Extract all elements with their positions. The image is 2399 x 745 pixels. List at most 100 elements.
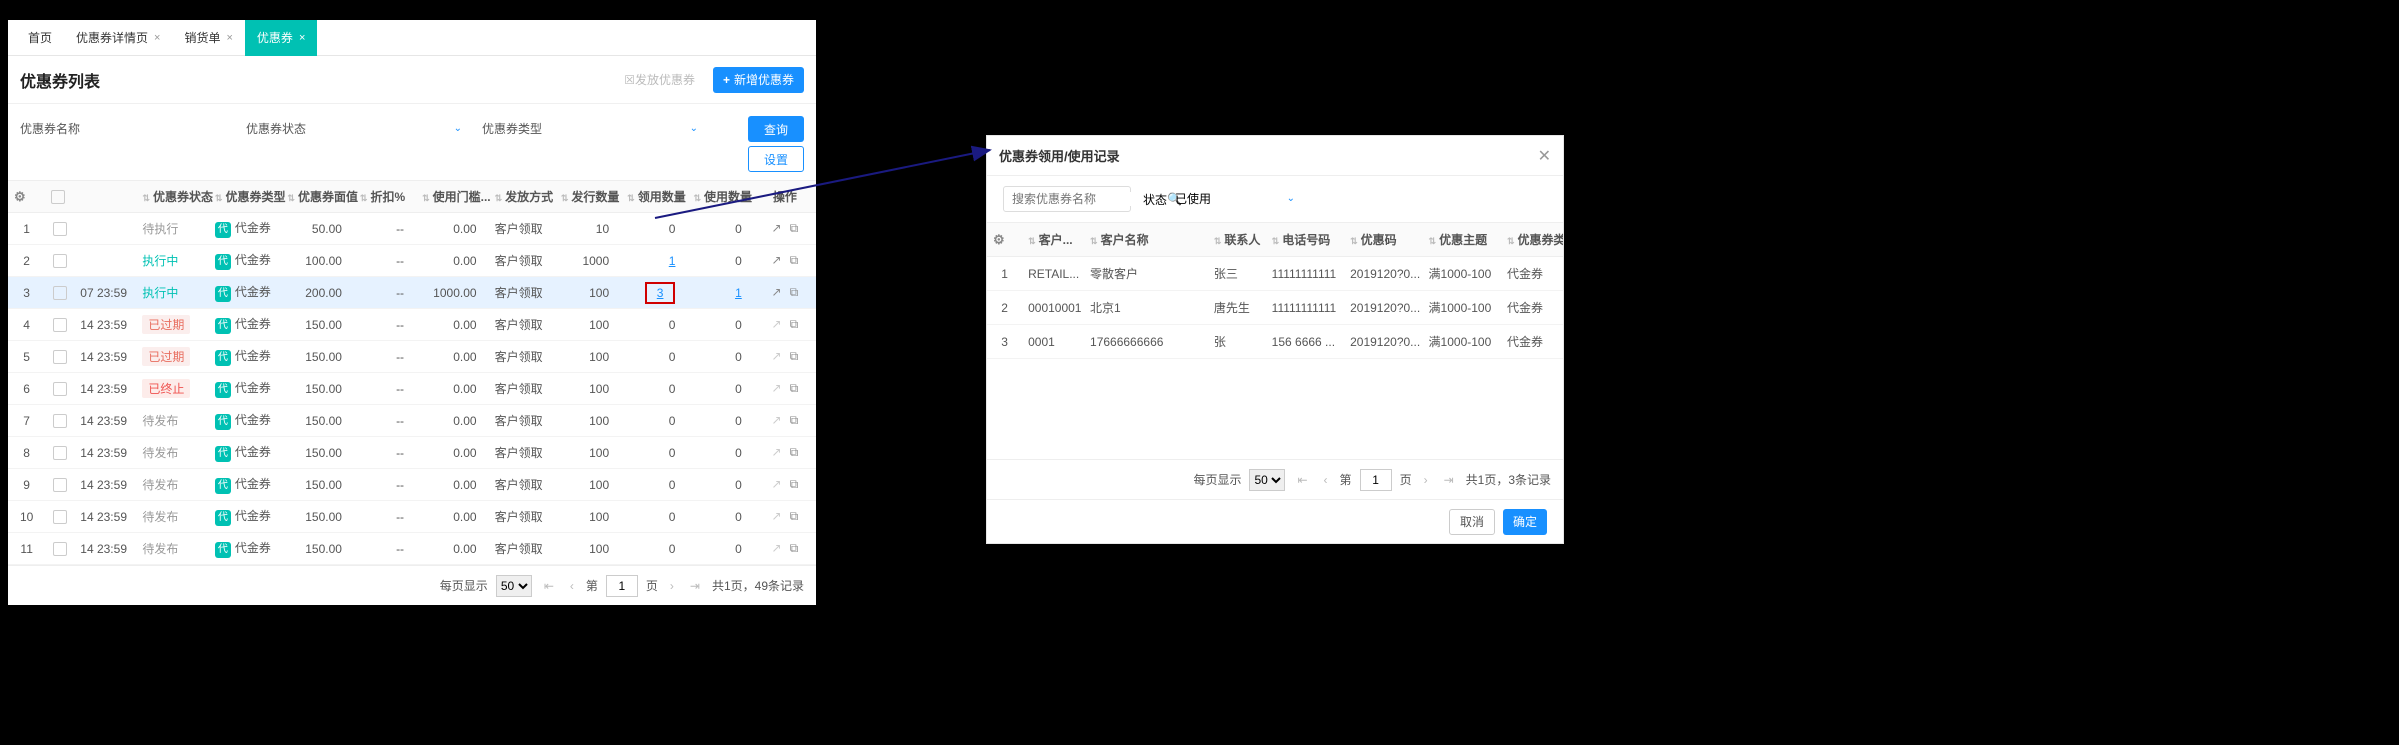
- qrcode-icon[interactable]: ⧉: [790, 381, 799, 395]
- column-header[interactable]: ⇅使用数量: [687, 181, 753, 213]
- table-row[interactable]: 614 23:59已终止代代金券150.00--0.00客户领取10000↗⧉: [8, 373, 816, 405]
- column-header: 操作: [754, 181, 816, 213]
- filter-state-select[interactable]: ⌄: [312, 116, 462, 140]
- column-header[interactable]: ⇅优惠券面值: [281, 181, 354, 213]
- close-icon[interactable]: ×: [226, 32, 232, 44]
- column-header[interactable]: ⇅优惠券类型: [209, 181, 282, 213]
- qrcode-icon[interactable]: ⧉: [790, 221, 799, 235]
- share-icon[interactable]: ↗: [772, 285, 782, 299]
- page-input[interactable]: [606, 575, 638, 597]
- table-row[interactable]: 914 23:59待发布代代金券150.00--0.00客户领取10000↗⧉: [8, 469, 816, 501]
- qrcode-icon[interactable]: ⧉: [790, 541, 799, 555]
- tab-优惠券详情页[interactable]: 优惠券详情页×: [64, 20, 172, 56]
- settings-button[interactable]: 设置: [748, 146, 804, 172]
- row-checkbox[interactable]: [53, 382, 67, 396]
- qrcode-icon[interactable]: ⧉: [790, 253, 799, 267]
- tab-优惠券[interactable]: 优惠券×: [245, 20, 317, 56]
- table-row[interactable]: 514 23:59已过期代代金券150.00--0.00客户领取10000↗⧉: [8, 341, 816, 373]
- add-coupon-button[interactable]: + 新增优惠券: [713, 67, 804, 93]
- row-checkbox[interactable]: [53, 542, 67, 556]
- column-header[interactable]: ⇅优惠券状态: [136, 181, 209, 213]
- row-checkbox[interactable]: [53, 286, 67, 300]
- next-page-button[interactable]: ›: [666, 579, 678, 593]
- modal-state-select[interactable]: 已使用 ⌄: [1175, 187, 1295, 211]
- row-checkbox[interactable]: [53, 446, 67, 460]
- column-header[interactable]: ⇅发放方式: [489, 181, 555, 213]
- modal-prev-page[interactable]: ‹: [1320, 473, 1332, 487]
- table-row[interactable]: 1014 23:59待发布代代金券150.00--0.00客户领取10000↗⧉: [8, 501, 816, 533]
- share-icon[interactable]: ↗: [772, 253, 782, 267]
- prev-page-button[interactable]: ‹: [566, 579, 578, 593]
- column-header[interactable]: ⇅电话号码: [1266, 223, 1344, 257]
- column-header[interactable]: ⇅使用门槛...: [416, 181, 489, 213]
- search-button[interactable]: 查询: [748, 116, 804, 142]
- claimed-link[interactable]: 1: [669, 254, 676, 268]
- table-row[interactable]: 3000117666666666张156 6666 ...2019120?0..…: [987, 325, 1563, 359]
- qrcode-icon[interactable]: ⧉: [790, 413, 799, 427]
- close-icon[interactable]: ×: [154, 32, 160, 44]
- table-row[interactable]: 1114 23:59待发布代代金券150.00--0.00客户领取10000↗⧉: [8, 533, 816, 565]
- modal-page-size-select[interactable]: 50: [1249, 469, 1285, 491]
- sort-icon: ⇅: [360, 193, 368, 203]
- cancel-button[interactable]: 取消: [1449, 509, 1495, 535]
- row-checkbox[interactable]: [53, 510, 67, 524]
- row-checkbox[interactable]: [53, 414, 67, 428]
- row-checkbox[interactable]: [53, 478, 67, 492]
- qrcode-icon[interactable]: ⧉: [790, 349, 799, 363]
- modal-search-input[interactable]: 🔍: [1003, 186, 1131, 212]
- gear-icon[interactable]: ⚙: [993, 232, 1005, 247]
- filter-type-select[interactable]: ⌄: [548, 116, 698, 140]
- table-row[interactable]: 2执行中代代金券100.00--0.00客户领取100010↗⧉: [8, 245, 816, 277]
- claimed-link[interactable]: 3: [657, 286, 664, 300]
- table-row[interactable]: 200010001北京1唐先生111111111112019120?0...满1…: [987, 291, 1563, 325]
- qrcode-icon[interactable]: ⧉: [790, 285, 799, 299]
- chevron-down-icon: ⌄: [1287, 193, 1295, 204]
- table-row[interactable]: 814 23:59待发布代代金券150.00--0.00客户领取10000↗⧉: [8, 437, 816, 469]
- issue-coupon-button[interactable]: ☒ 发放优惠券: [614, 67, 705, 93]
- select-all-checkbox[interactable]: [51, 190, 65, 204]
- tab-销货单[interactable]: 销货单×: [172, 20, 244, 56]
- modal-page-input[interactable]: [1360, 469, 1392, 491]
- share-icon: ↗: [772, 509, 782, 523]
- page-suffix: 页: [646, 577, 658, 594]
- column-header[interactable]: ⇅优惠券类: [1501, 223, 1563, 257]
- table-row[interactable]: 714 23:59待发布代代金券150.00--0.00客户领取10000↗⧉: [8, 405, 816, 437]
- qrcode-icon[interactable]: ⧉: [790, 317, 799, 331]
- table-row[interactable]: 1待执行代代金券50.00--0.00客户领取1000↗⧉: [8, 213, 816, 245]
- column-header[interactable]: ⇅折扣%: [354, 181, 416, 213]
- table-row[interactable]: 307 23:59执行中代代金券200.00--1000.00客户领取10031…: [8, 277, 816, 309]
- column-header[interactable]: ⇅客户名称: [1084, 223, 1208, 257]
- last-page-button[interactable]: ⇥: [686, 579, 704, 593]
- modal-first-page[interactable]: ⇤: [1293, 473, 1311, 487]
- gear-icon[interactable]: ⚙: [14, 189, 26, 204]
- column-header[interactable]: ⇅客户...: [1022, 223, 1084, 257]
- share-icon[interactable]: ↗: [772, 221, 782, 235]
- row-checkbox[interactable]: [53, 350, 67, 364]
- qrcode-icon[interactable]: ⧉: [790, 445, 799, 459]
- page-size-select[interactable]: 50: [496, 575, 532, 597]
- filter-name-input[interactable]: [86, 116, 226, 140]
- column-header[interactable]: ⇅优惠码: [1344, 223, 1422, 257]
- row-checkbox[interactable]: [53, 254, 67, 268]
- first-page-button[interactable]: ⇤: [540, 579, 558, 593]
- column-header[interactable]: ⇅领用数量: [621, 181, 687, 213]
- used-link[interactable]: 1: [735, 286, 742, 300]
- qrcode-icon[interactable]: ⧉: [790, 509, 799, 523]
- row-checkbox[interactable]: [53, 318, 67, 332]
- ok-button[interactable]: 确定: [1503, 509, 1547, 535]
- tab-首页[interactable]: 首页: [16, 20, 64, 56]
- close-icon[interactable]: ×: [299, 32, 305, 44]
- column-header[interactable]: ⇅联系人: [1208, 223, 1266, 257]
- row-checkbox[interactable]: [53, 222, 67, 236]
- pager: 每页显示 50 ⇤ ‹ 第 页 › ⇥ 共1页，49条记录: [8, 565, 816, 605]
- qrcode-icon[interactable]: ⧉: [790, 477, 799, 491]
- column-header[interactable]: ⇅优惠主题: [1423, 223, 1501, 257]
- column-header[interactable]: ⇅发行数量: [555, 181, 621, 213]
- close-icon[interactable]: ✕: [1538, 146, 1551, 166]
- table-row[interactable]: 1RETAIL...零散客户张三111111111112019120?0...满…: [987, 257, 1563, 291]
- table-row[interactable]: 414 23:59已过期代代金券150.00--0.00客户领取10000↗⧉: [8, 309, 816, 341]
- modal-next-page[interactable]: ›: [1420, 473, 1432, 487]
- modal-last-page[interactable]: ⇥: [1440, 473, 1458, 487]
- sort-icon: ⇅: [561, 193, 569, 203]
- page-label: 第: [586, 577, 598, 594]
